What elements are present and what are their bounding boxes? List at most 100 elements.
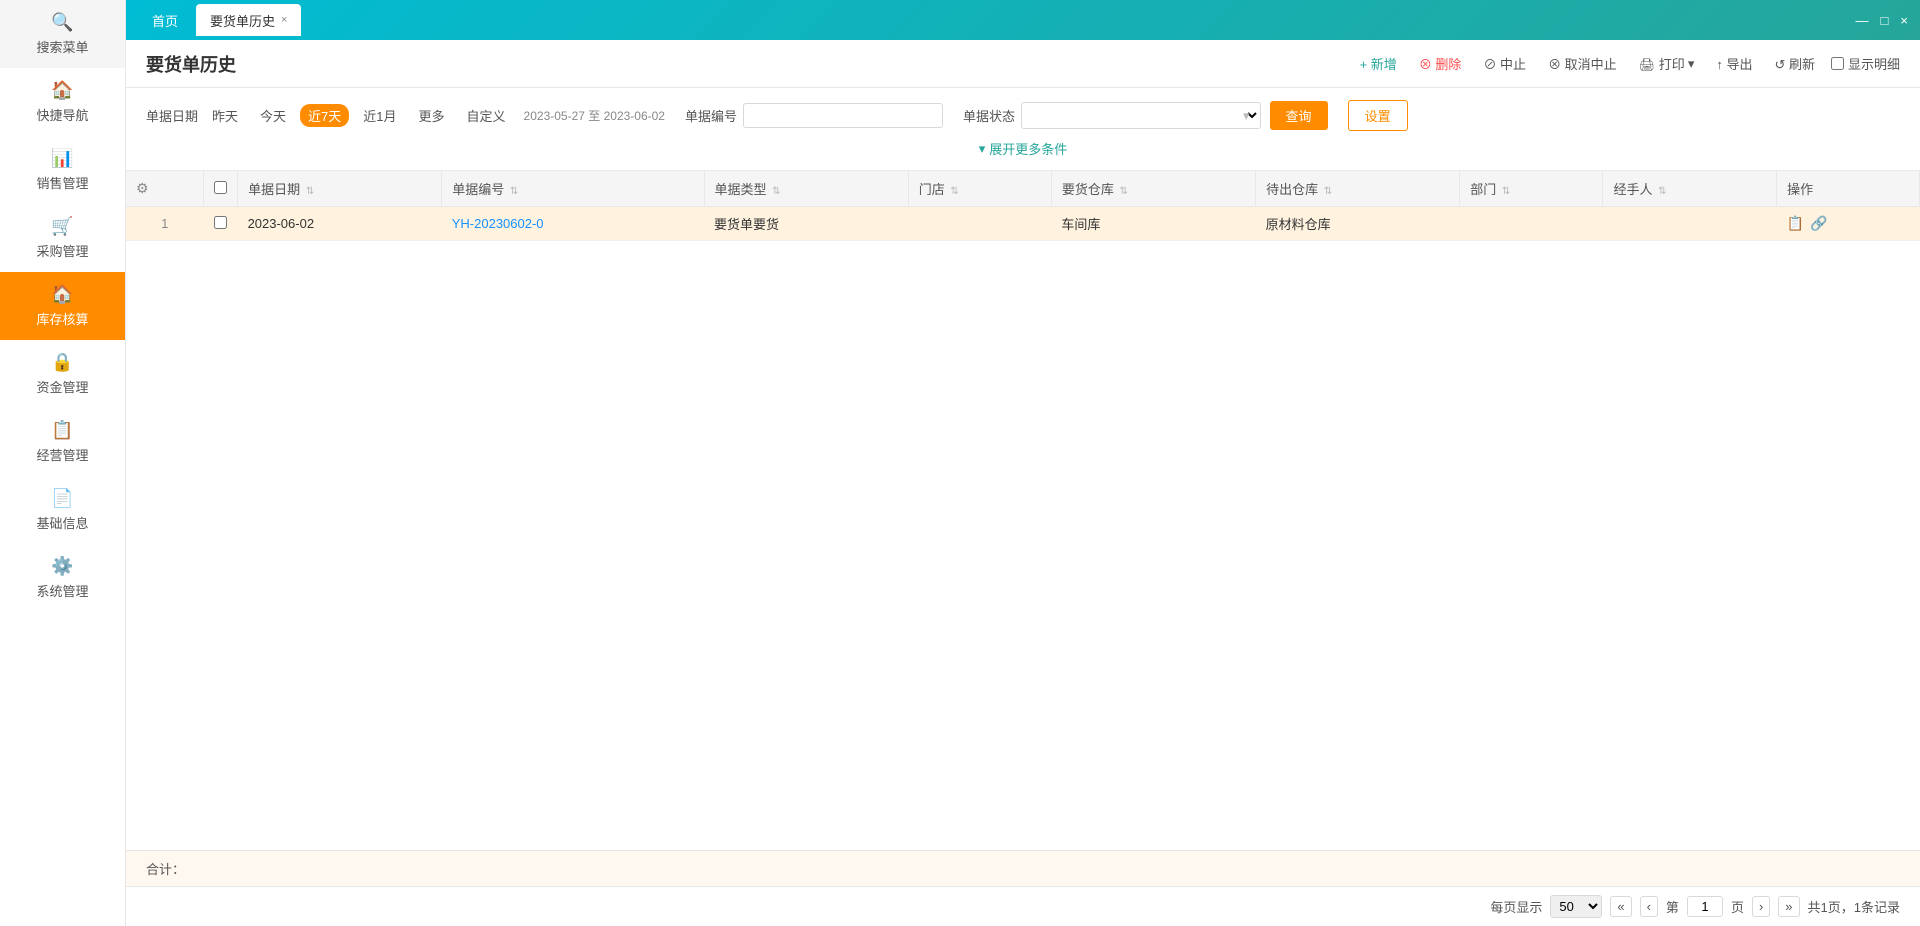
search-menu-icon: 🔍 [51,12,73,33]
sidebar-item-label: 快捷导航 [36,105,88,124]
expand-more-btn[interactable]: ▾ 展开更多条件 [146,139,1900,158]
print-dropdown-icon: ▾ [1688,56,1695,72]
page-title: 要货单历史 [146,51,236,77]
doc-status-filter-item: 单据状态 ▾ [963,102,1250,129]
doc-status-label: 单据状态 [963,106,1015,125]
col-settings[interactable]: ⚙ [126,171,204,207]
footer-summary: 合计： [126,850,1920,886]
sidebar-item-sales[interactable]: 📊 销售管理 [0,136,125,204]
page-label: 第 [1666,897,1679,916]
system-icon: ⚙️ [51,556,73,577]
page-header: 要货单历史 + 新增 ⊗ 删除 ⊘ 中止 ⊗ 取消中止 🖨 打印 ▾ [126,40,1920,88]
row-handler [1603,207,1777,241]
operations-icon: 📋 [51,420,73,441]
col-pending-warehouse[interactable]: 待出仓库 ⇅ [1256,171,1460,207]
settings-button[interactable]: 设置 [1348,100,1408,131]
date-opt-more[interactable]: 更多 [411,104,453,127]
date-opt-yesterday[interactable]: 昨天 [204,104,246,127]
date-opt-1month[interactable]: 近1月 [355,104,404,127]
export-button[interactable]: ↑ 导出 [1710,50,1758,77]
department-sort-icon: ⇅ [1502,186,1510,197]
doc-no-filter-item: 单据编号 [685,103,943,128]
window-close-btn[interactable]: × [1900,13,1908,28]
first-page-btn[interactable]: « [1610,896,1631,917]
date-opt-today[interactable]: 今天 [252,104,294,127]
col-store[interactable]: 门店 ⇅ [908,171,1051,207]
date-filter-label: 单据日期 [146,106,198,125]
cancel-suspend-button[interactable]: ⊗ 取消中止 [1542,50,1623,77]
show-detail-checkbox[interactable] [1831,57,1844,70]
sidebar-item-inventory[interactable]: 🏠 库存核算 [0,272,125,340]
link-icon[interactable]: 🔗 [1810,215,1827,232]
suspend-button[interactable]: ⊘ 中止 [1477,50,1532,77]
toolbar: + 新增 ⊗ 删除 ⊘ 中止 ⊗ 取消中止 🖨 打印 ▾ ↑ 导出 [1354,50,1900,77]
next-page-btn[interactable]: › [1752,896,1770,917]
pagination: 每页显示 50 10 20 100 « ‹ 第 页 › » 共1页，1条记录 [126,886,1920,926]
row-checkbox-cell [204,207,238,241]
col-doc-type[interactable]: 单据类型 ⇅ [704,171,908,207]
row-store [908,207,1051,241]
date-opt-7days[interactable]: 近7天 [300,104,349,127]
row-req-warehouse: 车间库 [1051,207,1255,241]
date-filter-item: 单据日期 昨天 今天 近7天 近1月 更多 自定义 2023-05-27 至 2… [146,104,665,127]
col-checkbox [204,171,238,207]
col-handler[interactable]: 经手人 ⇅ [1603,171,1777,207]
delete-button[interactable]: ⊗ 删除 [1413,50,1468,77]
view-detail-icon[interactable]: 📋 [1787,215,1804,232]
print-button[interactable]: 🖨 打印 ▾ [1633,50,1701,77]
sidebar-item-system[interactable]: ⚙️ 系统管理 [0,544,125,612]
doc-no-input[interactable] [743,103,943,128]
doc-no-sort-icon: ⇅ [510,186,518,197]
table-wrapper: ⚙ 单据日期 ⇅ 单据编号 ⇅ [126,171,1920,850]
doc-date-sort-icon: ⇅ [306,186,314,197]
table-row[interactable]: 1 2023-06-02 YH-20230602-0 要货单要货 车间库 [126,207,1920,241]
sidebar-item-search-menu[interactable]: 🔍 搜索菜单 [0,0,125,68]
sidebar-item-label: 基础信息 [36,513,88,532]
page-number-input[interactable] [1687,896,1723,917]
prev-page-btn[interactable]: ‹ [1640,896,1658,917]
col-req-warehouse[interactable]: 要货仓库 ⇅ [1051,171,1255,207]
window-maximize-btn[interactable]: □ [1881,13,1889,28]
sidebar-item-purchase[interactable]: 🛒 采购管理 [0,204,125,272]
col-doc-no[interactable]: 单据编号 ⇅ [442,171,704,207]
doc-type-sort-icon: ⇅ [772,186,780,197]
refresh-button[interactable]: ↺ 刷新 [1768,50,1821,77]
purchase-icon: 🛒 [51,216,73,237]
req-warehouse-sort-icon: ⇅ [1120,186,1128,197]
row-pending-warehouse: 原材料仓库 [1256,207,1460,241]
table-settings-icon[interactable]: ⚙ [136,180,149,196]
sidebar-item-quick-nav[interactable]: 🏠 快捷导航 [0,68,125,136]
tab-requisition-history[interactable]: 要货单历史 × [196,4,301,36]
sidebar-item-basic-info[interactable]: 📄 基础信息 [0,476,125,544]
window-minimize-btn[interactable]: — [1856,13,1869,28]
per-page-select[interactable]: 50 10 20 100 [1550,895,1602,918]
data-table: ⚙ 单据日期 ⇅ 单据编号 ⇅ [126,171,1920,241]
page-suffix: 页 [1731,897,1744,916]
select-all-checkbox[interactable] [214,181,227,194]
expand-icon: ▾ [979,141,986,157]
per-page-label: 每页显示 [1490,897,1542,916]
new-button[interactable]: + 新增 [1354,50,1403,77]
sidebar-item-label: 搜索菜单 [36,37,88,56]
sidebar-item-label: 库存核算 [36,309,88,328]
topbar-right-controls: — □ × [1856,13,1908,28]
doc-status-select[interactable] [1021,102,1261,129]
col-doc-date[interactable]: 单据日期 ⇅ [238,171,442,207]
tab-close-icon[interactable]: × [281,14,287,26]
col-department[interactable]: 部门 ⇅ [1460,171,1603,207]
query-button[interactable]: 查询 [1270,101,1328,130]
doc-no-link[interactable]: YH-20230602-0 [452,216,544,231]
sidebar-item-label: 采购管理 [36,241,88,260]
tab-home[interactable]: 首页 [138,4,192,36]
sidebar-item-finance[interactable]: 🔒 资金管理 [0,340,125,408]
main-area: 首页 要货单历史 × — □ × 要货单历史 + 新增 ⊗ 删除 ⊘ 中 [126,0,1920,926]
quick-nav-icon: 🏠 [51,80,73,101]
last-page-btn[interactable]: » [1778,896,1799,917]
date-opt-custom[interactable]: 自定义 [459,104,514,127]
sidebar-item-operations[interactable]: 📋 经营管理 [0,408,125,476]
row-checkbox[interactable] [214,216,227,229]
finance-icon: 🔒 [51,352,73,373]
show-detail-toggle[interactable]: 显示明细 [1831,54,1900,73]
date-range-display: 2023-05-27 至 2023-06-02 [524,107,665,124]
content-area: 要货单历史 + 新增 ⊗ 删除 ⊘ 中止 ⊗ 取消中止 🖨 打印 ▾ [126,40,1920,926]
